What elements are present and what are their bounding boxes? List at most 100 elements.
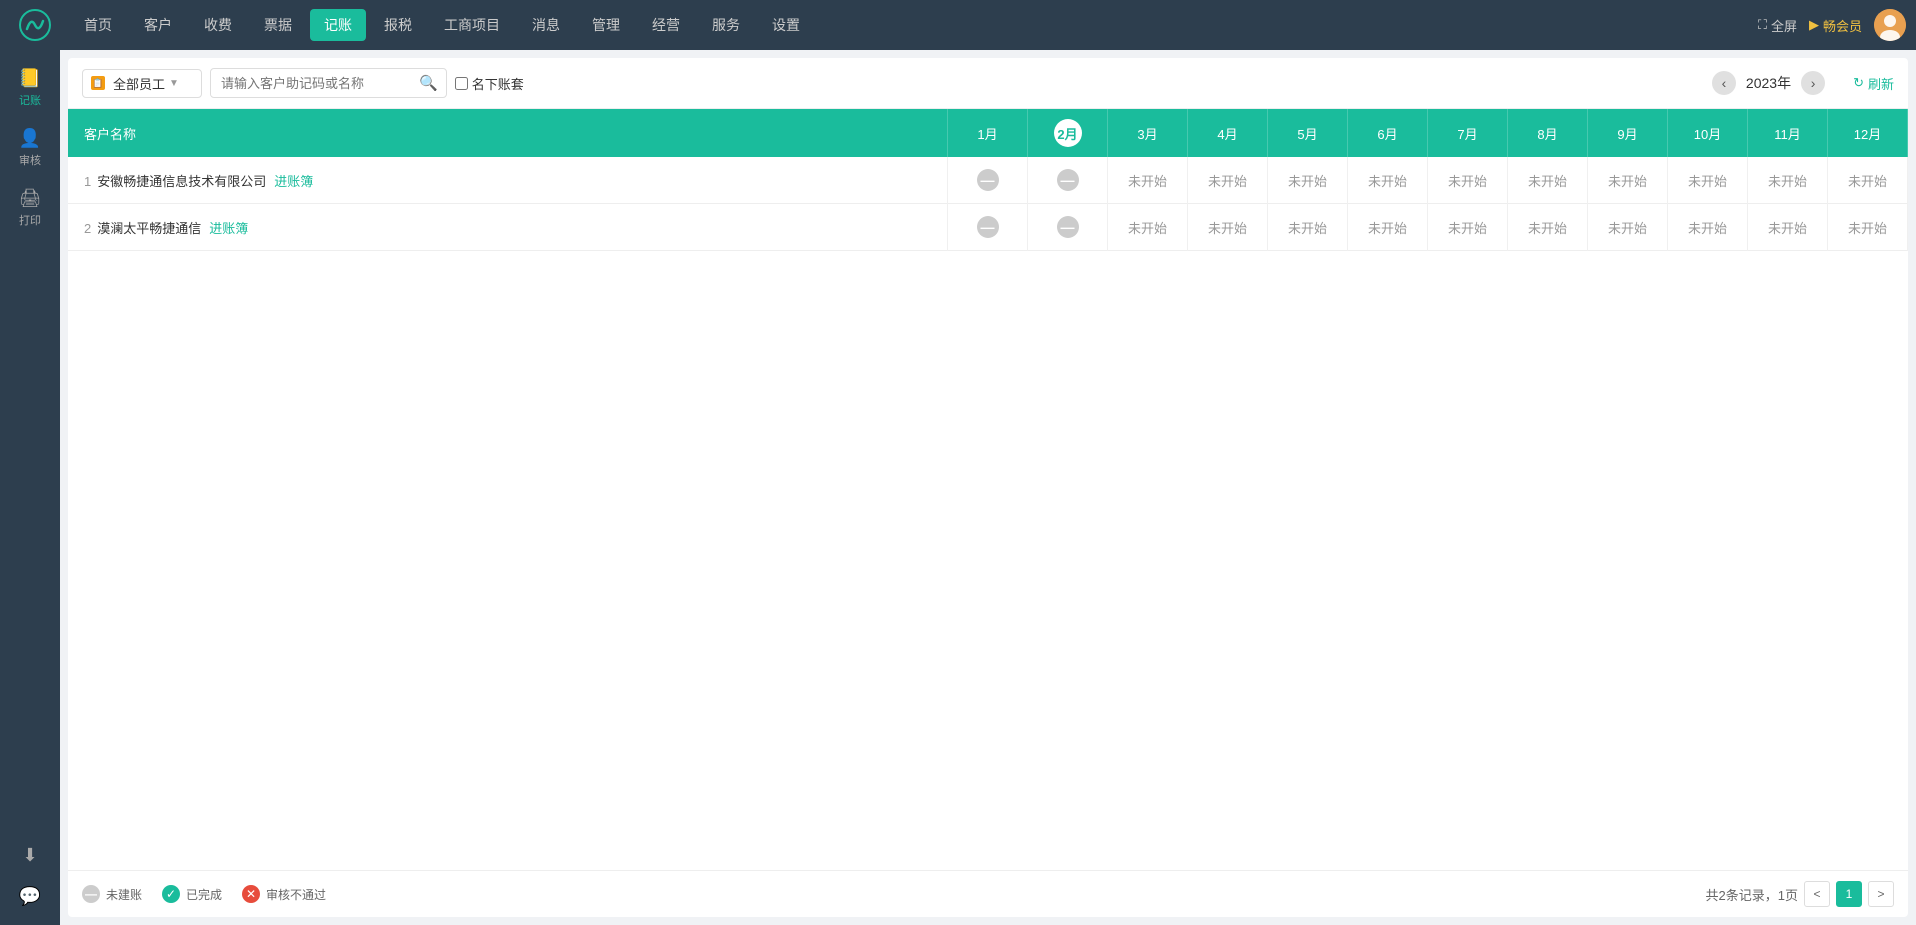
nav-right: ⛶ 全屏 ▶ 畅会员 — [1758, 9, 1906, 41]
col-month-1: 1月 — [948, 109, 1028, 157]
client-name: 漠澜太平畅捷通信 — [97, 221, 201, 236]
sidebar-item-download[interactable]: ⬇ — [4, 837, 56, 874]
col-month-4: 4月 — [1188, 109, 1268, 157]
month-cell-10: 未开始 — [1668, 204, 1748, 251]
employee-select-label: 全部员工 — [113, 74, 165, 93]
employee-select[interactable]: 📋 全部员工 ▼ — [82, 69, 202, 98]
nav-operation[interactable]: 经营 — [638, 9, 694, 41]
enter-ledger-link[interactable]: 进账簿 — [209, 221, 248, 236]
dash-icon: — — [1057, 216, 1079, 238]
legend-grey-icon: — — [82, 885, 100, 903]
client-name: 安徽畅捷通信息技术有限公司 — [97, 174, 266, 189]
enter-ledger-link[interactable]: 进账簿 — [274, 174, 313, 189]
nav-client[interactable]: 客户 — [130, 9, 186, 41]
download-icon: ⬇ — [22, 845, 37, 866]
not-started-label: 未开始 — [1768, 174, 1807, 189]
month-cell-1[interactable]: — — [948, 157, 1028, 204]
not-started-label: 未开始 — [1368, 174, 1407, 189]
page-next-button[interactable]: > — [1868, 881, 1894, 907]
nav-fee[interactable]: 收费 — [190, 9, 246, 41]
avatar[interactable] — [1874, 9, 1906, 41]
pagination: 共2条记录，1页 < 1 > — [1706, 881, 1894, 907]
legend-red-icon: ✕ — [242, 885, 260, 903]
sidebar-item-audit[interactable]: 👤 审核 — [4, 120, 56, 176]
nav-manage[interactable]: 管理 — [578, 9, 634, 41]
fullscreen-label: 全屏 — [1771, 16, 1797, 35]
nav-home[interactable]: 首页 — [70, 9, 126, 41]
month-cell-5: 未开始 — [1268, 204, 1348, 251]
page-prev-button[interactable]: < — [1804, 881, 1830, 907]
not-started-label: 未开始 — [1448, 221, 1487, 236]
sidebar-bottom: ⬇ 💬 — [4, 837, 56, 915]
month-cell-2[interactable]: — — [1028, 204, 1108, 251]
month-cell-5: 未开始 — [1268, 157, 1348, 204]
dash-icon: — — [977, 169, 999, 191]
not-started-label: 未开始 — [1768, 221, 1807, 236]
search-button[interactable]: 🔍 — [411, 69, 446, 97]
month-cell-12: 未开始 — [1828, 204, 1908, 251]
client-name-cell: 1 安徽畅捷通信息技术有限公司进账簿 — [68, 157, 948, 204]
table-row: 2漠澜太平畅捷通信进账簿 — — 未开始 未开始 未开始 未开始 未开始 未开始 未开始 未开始 未开… — [68, 204, 1908, 251]
legend-rejected-label: 审核不通过 — [266, 886, 326, 903]
not-started-label: 未开始 — [1688, 174, 1727, 189]
col-month-7: 7月 — [1428, 109, 1508, 157]
year-next-button[interactable]: › — [1801, 71, 1825, 95]
vip-label: 畅会员 — [1823, 16, 1862, 35]
col-client-name: 客户名称 — [68, 109, 948, 157]
legend-completed: ✓ 已完成 — [162, 885, 222, 903]
month-cell-9: 未开始 — [1588, 157, 1668, 204]
page-1-button[interactable]: 1 — [1836, 881, 1862, 907]
fullscreen-button[interactable]: ⛶ 全屏 — [1758, 16, 1797, 35]
col-month-12: 12月 — [1828, 109, 1908, 157]
month-cell-4: 未开始 — [1188, 204, 1268, 251]
chevron-down-icon: ▼ — [169, 78, 179, 89]
month-cell-1[interactable]: — — [948, 204, 1028, 251]
under-account-checkbox[interactable] — [455, 77, 468, 90]
avatar-icon — [1874, 9, 1906, 41]
employee-select-icon: 📋 — [91, 76, 105, 90]
nav-service[interactable]: 服务 — [698, 9, 754, 41]
month-cell-2[interactable]: — — [1028, 157, 1108, 204]
total-label: 共2条记录，1页 — [1706, 885, 1798, 904]
nav-settings[interactable]: 设置 — [758, 9, 814, 41]
not-started-label: 未开始 — [1128, 221, 1167, 236]
active-month-badge: 2月 — [1054, 119, 1082, 147]
sidebar-item-print[interactable]: 🖨 打印 — [4, 180, 56, 236]
sidebar-item-bookkeeping[interactable]: 📒 记账 — [4, 60, 56, 116]
month-cell-4: 未开始 — [1188, 157, 1268, 204]
main-layout: 📒 记账 👤 审核 🖨 打印 ⬇ 💬 📋 全部员工 ▼ — [0, 50, 1916, 925]
col-month-11: 11月 — [1748, 109, 1828, 157]
row-num: 1 — [84, 174, 91, 189]
nav-invoice[interactable]: 票据 — [250, 9, 306, 41]
nav-bookkeeping[interactable]: 记账 — [310, 9, 366, 41]
fullscreen-icon: ⛶ — [1758, 17, 1767, 33]
table-row: 1 安徽畅捷通信息技术有限公司进账簿 — — 未开始 未开始 未开始 未开始 未开始 未开始 未开始… — [68, 157, 1908, 204]
not-started-label: 未开始 — [1288, 221, 1327, 236]
not-started-label: 未开始 — [1208, 221, 1247, 236]
sidebar-item-chat[interactable]: 💬 — [4, 878, 56, 915]
vip-icon: ▶ — [1809, 17, 1819, 33]
not-started-label: 未开始 — [1208, 174, 1247, 189]
refresh-label: 刷新 — [1868, 74, 1894, 93]
year-prev-button[interactable]: ‹ — [1712, 71, 1736, 95]
refresh-button[interactable]: ↻ 刷新 — [1853, 74, 1894, 93]
not-started-label: 未开始 — [1528, 221, 1567, 236]
year-navigation: ‹ 2023年 › — [1712, 71, 1825, 95]
year-label: 2023年 — [1746, 73, 1791, 93]
dash-icon: — — [977, 216, 999, 238]
not-started-label: 未开始 — [1368, 221, 1407, 236]
nav-tax[interactable]: 报税 — [370, 9, 426, 41]
client-name-cell: 2漠澜太平畅捷通信进账簿 — [68, 204, 948, 251]
not-started-label: 未开始 — [1448, 174, 1487, 189]
sidebar-print-label: 打印 — [19, 212, 41, 228]
vip-button[interactable]: ▶ 畅会员 — [1809, 16, 1862, 35]
legend-not-built-label: 未建账 — [106, 886, 142, 903]
left-sidebar: 📒 记账 👤 审核 🖨 打印 ⬇ 💬 — [0, 50, 60, 925]
nav-message[interactable]: 消息 — [518, 9, 574, 41]
legend-not-built: — 未建账 — [82, 885, 142, 903]
month-cell-12: 未开始 — [1828, 157, 1908, 204]
nav-business[interactable]: 工商项目 — [430, 9, 514, 41]
checkbox-label[interactable]: 名下账套 — [455, 74, 524, 93]
search-input[interactable] — [211, 71, 411, 96]
not-started-label: 未开始 — [1848, 221, 1887, 236]
